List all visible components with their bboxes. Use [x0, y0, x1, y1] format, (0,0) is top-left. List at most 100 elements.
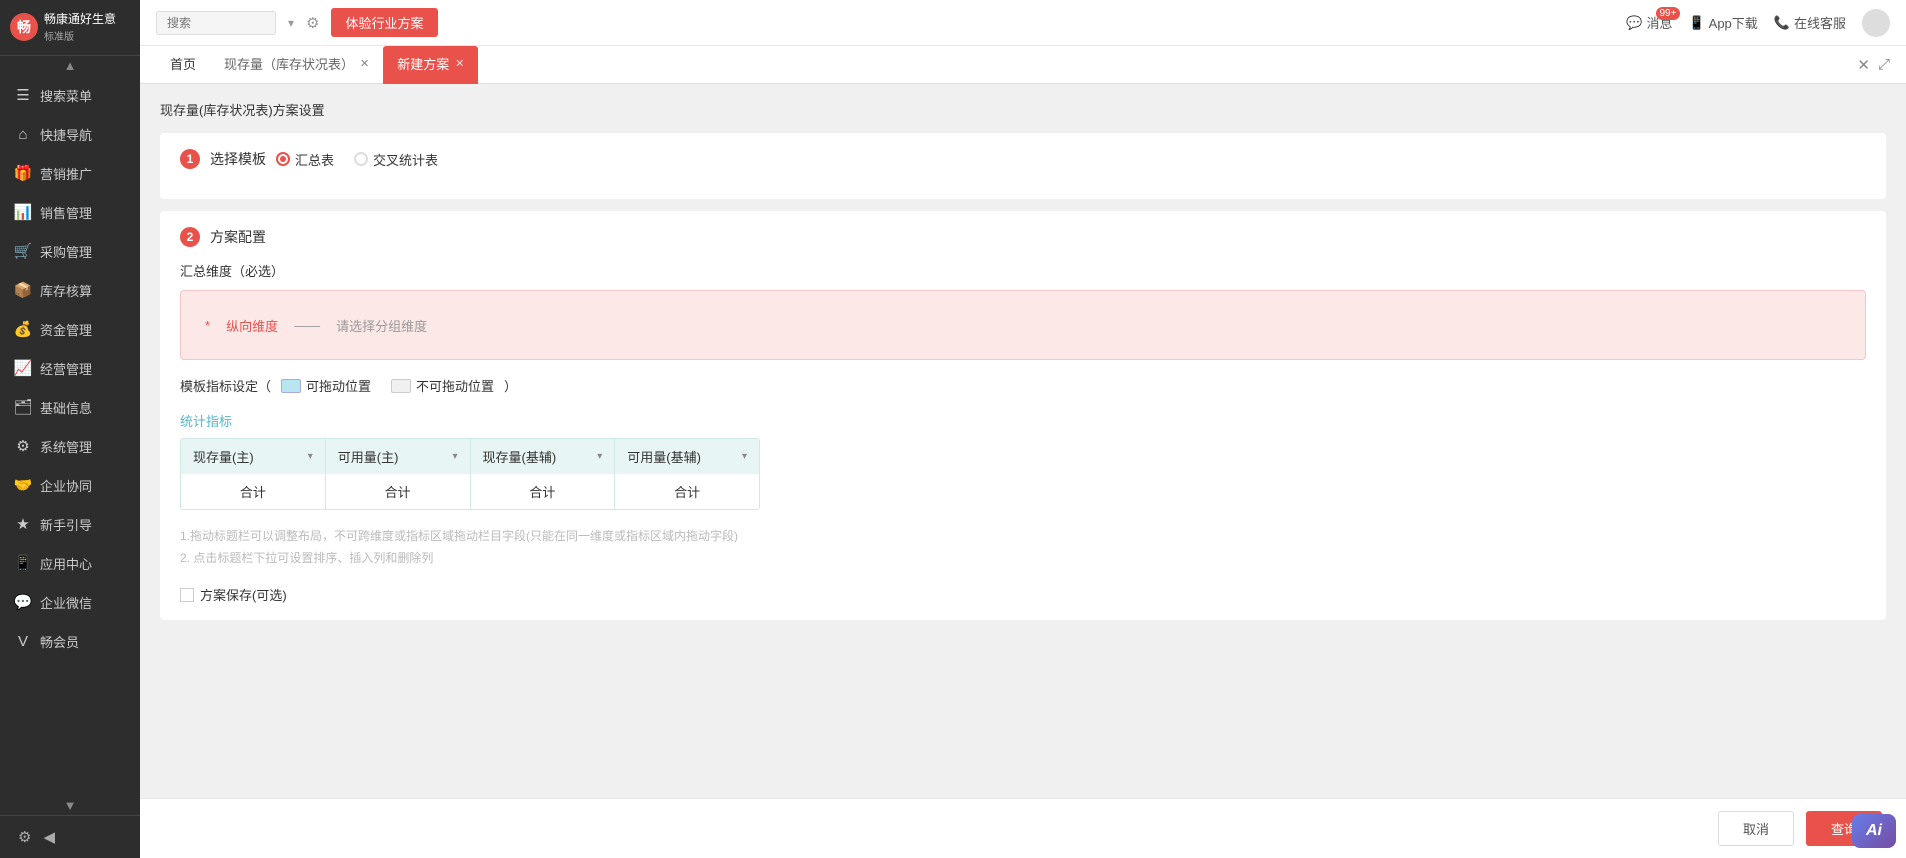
save-checkbox[interactable]	[180, 588, 194, 602]
quick-nav-icon: ⌂	[14, 125, 32, 143]
sidebar-scroll-up[interactable]: ▲	[0, 56, 140, 76]
dim-select-area[interactable]: * 纵向维度 —— 请选择分组维度	[180, 290, 1866, 360]
sidebar-item-label: 销售管理	[40, 203, 92, 222]
cell-1-4: 合计	[615, 474, 759, 509]
indicator-row: 模板指标设定（ 可拖动位置 不可拖动位置 ）	[180, 376, 1866, 395]
sidebar-item-finance[interactable]: 💰 资金管理	[0, 310, 140, 349]
col1-label: 现存量(主)	[193, 447, 254, 466]
sidebar-item-label: 库存核算	[40, 281, 92, 300]
online-service-btn[interactable]: 📞 在线客服	[1774, 13, 1846, 32]
sidebar-item-search-menu[interactable]: ☰ 搜索菜单	[0, 76, 140, 115]
tab-inventory-close[interactable]: ✕	[360, 57, 369, 70]
tab-new-scheme-close[interactable]: ✕	[455, 57, 464, 70]
header-gear-icon[interactable]: ⚙	[306, 14, 319, 32]
footer-bar: 取消 查询	[140, 798, 1906, 858]
non-draggable-tag: 不可拖动位置	[391, 376, 494, 395]
col4-label: 可用量(基辅)	[627, 447, 701, 466]
header-search-input[interactable]	[156, 11, 276, 35]
settings-icon[interactable]: ⚙	[14, 824, 35, 850]
tab-new-scheme-label: 新建方案	[397, 54, 449, 73]
col2-arrow: ▾	[452, 451, 457, 462]
radio-cross-label: 交叉统计表	[373, 150, 438, 169]
radio-cross[interactable]: 交叉统计表	[354, 150, 438, 169]
sidebar-item-label: 基础信息	[40, 398, 92, 417]
tab-inventory-status[interactable]: 现存量（库存状况表） ✕	[210, 46, 383, 84]
sidebar-item-quick-nav[interactable]: ⌂ 快捷导航	[0, 115, 140, 154]
sound-icon[interactable]: ◀	[39, 824, 59, 850]
radio-cross-circle	[354, 152, 368, 166]
sidebar-item-system[interactable]: ⚙ 系统管理	[0, 427, 140, 466]
sidebar-item-sales[interactable]: 📊 销售管理	[0, 193, 140, 232]
app-center-icon: 📱	[14, 554, 32, 572]
tab-close-btn[interactable]: ✕	[1857, 56, 1870, 74]
sidebar-item-purchase[interactable]: 🛒 采购管理	[0, 232, 140, 271]
inventory-icon: 📦	[14, 281, 32, 299]
sidebar-item-label: 搜索菜单	[40, 86, 92, 105]
sidebar-item-basic-info[interactable]: 🗂 基础信息	[0, 388, 140, 427]
draggable-label: 可拖动位置	[306, 376, 371, 395]
stats-header: 现存量(主) ▾ 可用量(主) ▾ 现存量(基辅) ▾ 可用量(基辅)	[181, 439, 759, 474]
sidebar-item-marketing[interactable]: 🎁 营销推广	[0, 154, 140, 193]
app-download-label: App下载	[1709, 13, 1758, 32]
indicator-end: ）	[504, 376, 517, 395]
content-area: 现存量(库存状况表)方案设置 1 选择模板 汇总表 交叉统计表	[140, 84, 1906, 798]
user-avatar[interactable]	[1862, 9, 1890, 37]
experience-btn[interactable]: 体验行业方案	[331, 8, 437, 37]
app-download-btn[interactable]: 📱 App下载	[1688, 13, 1757, 32]
col2-label: 可用量(主)	[338, 447, 399, 466]
stats-col-2[interactable]: 可用量(主) ▾	[326, 439, 471, 474]
tab-home[interactable]: 首页	[156, 46, 210, 84]
sidebar-scroll-down[interactable]: ▼	[0, 795, 140, 815]
sidebar-item-wechat[interactable]: 💬 企业微信	[0, 583, 140, 622]
sidebar-item-operations[interactable]: 📈 经营管理	[0, 349, 140, 388]
indicator-config-area: 模板指标设定（ 可拖动位置 不可拖动位置 ） 统计指标	[180, 376, 1866, 510]
col3-arrow: ▾	[597, 451, 602, 462]
non-draggable-label: 不可拖动位置	[416, 376, 494, 395]
sidebar-logo: 畅 畅康通好生意 标准版	[0, 0, 140, 56]
tab-new-scheme[interactable]: 新建方案 ✕	[383, 46, 478, 84]
cell-1-3: 合计	[471, 474, 616, 509]
sidebar-item-label: 快捷导航	[40, 125, 92, 144]
dim-separator: ——	[294, 318, 320, 333]
sidebar-item-inventory[interactable]: 📦 库存核算	[0, 271, 140, 310]
stats-col-1[interactable]: 现存量(主) ▾	[181, 439, 326, 474]
draggable-tag: 可拖动位置	[281, 376, 371, 395]
stats-table: 现存量(主) ▾ 可用量(主) ▾ 现存量(基辅) ▾ 可用量(基辅)	[180, 438, 760, 510]
message-badge: 99+	[1656, 7, 1681, 20]
header-dropdown-icon[interactable]: ▾	[288, 16, 294, 30]
service-label: 在线客服	[1794, 13, 1846, 32]
cancel-button[interactable]: 取消	[1718, 811, 1794, 846]
sidebar-item-label: 系统管理	[40, 437, 92, 456]
stats-col-4[interactable]: 可用量(基辅) ▾	[615, 439, 759, 474]
sidebar-item-label: 应用中心	[40, 554, 92, 573]
logo-text: 畅康通好生意 标准版	[44, 12, 116, 43]
dim-placeholder: 请选择分组维度	[336, 316, 427, 335]
message-btn[interactable]: 💬 消息 99+	[1626, 13, 1672, 32]
section2-header: 2 方案配置	[180, 227, 1866, 247]
tab-expand-btn[interactable]: ⤢	[1878, 56, 1890, 74]
search-menu-icon: ☰	[14, 86, 32, 104]
save-label: 方案保存(可选)	[200, 585, 287, 604]
sidebar-item-app-center[interactable]: 📱 应用中心	[0, 544, 140, 583]
col1-arrow: ▾	[308, 451, 313, 462]
indicator-label: 模板指标设定（	[180, 376, 271, 395]
page-title: 现存量(库存状况表)方案设置	[160, 100, 1886, 119]
basic-info-icon: 🗂	[14, 398, 32, 416]
ai-badge[interactable]: Ai	[1852, 814, 1896, 848]
dim-vertical-label: 纵向维度	[226, 316, 278, 335]
sidebar-item-cooperation[interactable]: 🤝 企业协同	[0, 466, 140, 505]
tip-1: 1.拖动标题栏可以调整布局，不可跨维度或指标区域拖动栏目字段(只能在同一维度或指…	[180, 526, 1866, 548]
template-radio-group: 汇总表 交叉统计表	[276, 150, 438, 169]
radio-summary[interactable]: 汇总表	[276, 150, 334, 169]
sidebar-item-member[interactable]: V 畅会员	[0, 622, 140, 661]
stats-col-3[interactable]: 现存量(基辅) ▾	[471, 439, 616, 474]
sidebar-item-new-guide[interactable]: ★ 新手引导	[0, 505, 140, 544]
wechat-icon: 💬	[14, 593, 32, 611]
operations-icon: 📈	[14, 359, 32, 377]
sidebar: 畅 畅康通好生意 标准版 ▲ ☰ 搜索菜单 ⌂ 快捷导航 🎁 营销推广 📊 销售…	[0, 0, 140, 858]
section1-header: 1 选择模板 汇总表 交叉统计表	[180, 149, 1866, 169]
sidebar-nav: ☰ 搜索菜单 ⌂ 快捷导航 🎁 营销推广 📊 销售管理 🛒 采购管理 📦 库存核…	[0, 76, 140, 795]
stats-body: 合计 合计 合计 合计	[181, 474, 759, 509]
system-icon: ⚙	[14, 437, 32, 455]
finance-icon: 💰	[14, 320, 32, 338]
